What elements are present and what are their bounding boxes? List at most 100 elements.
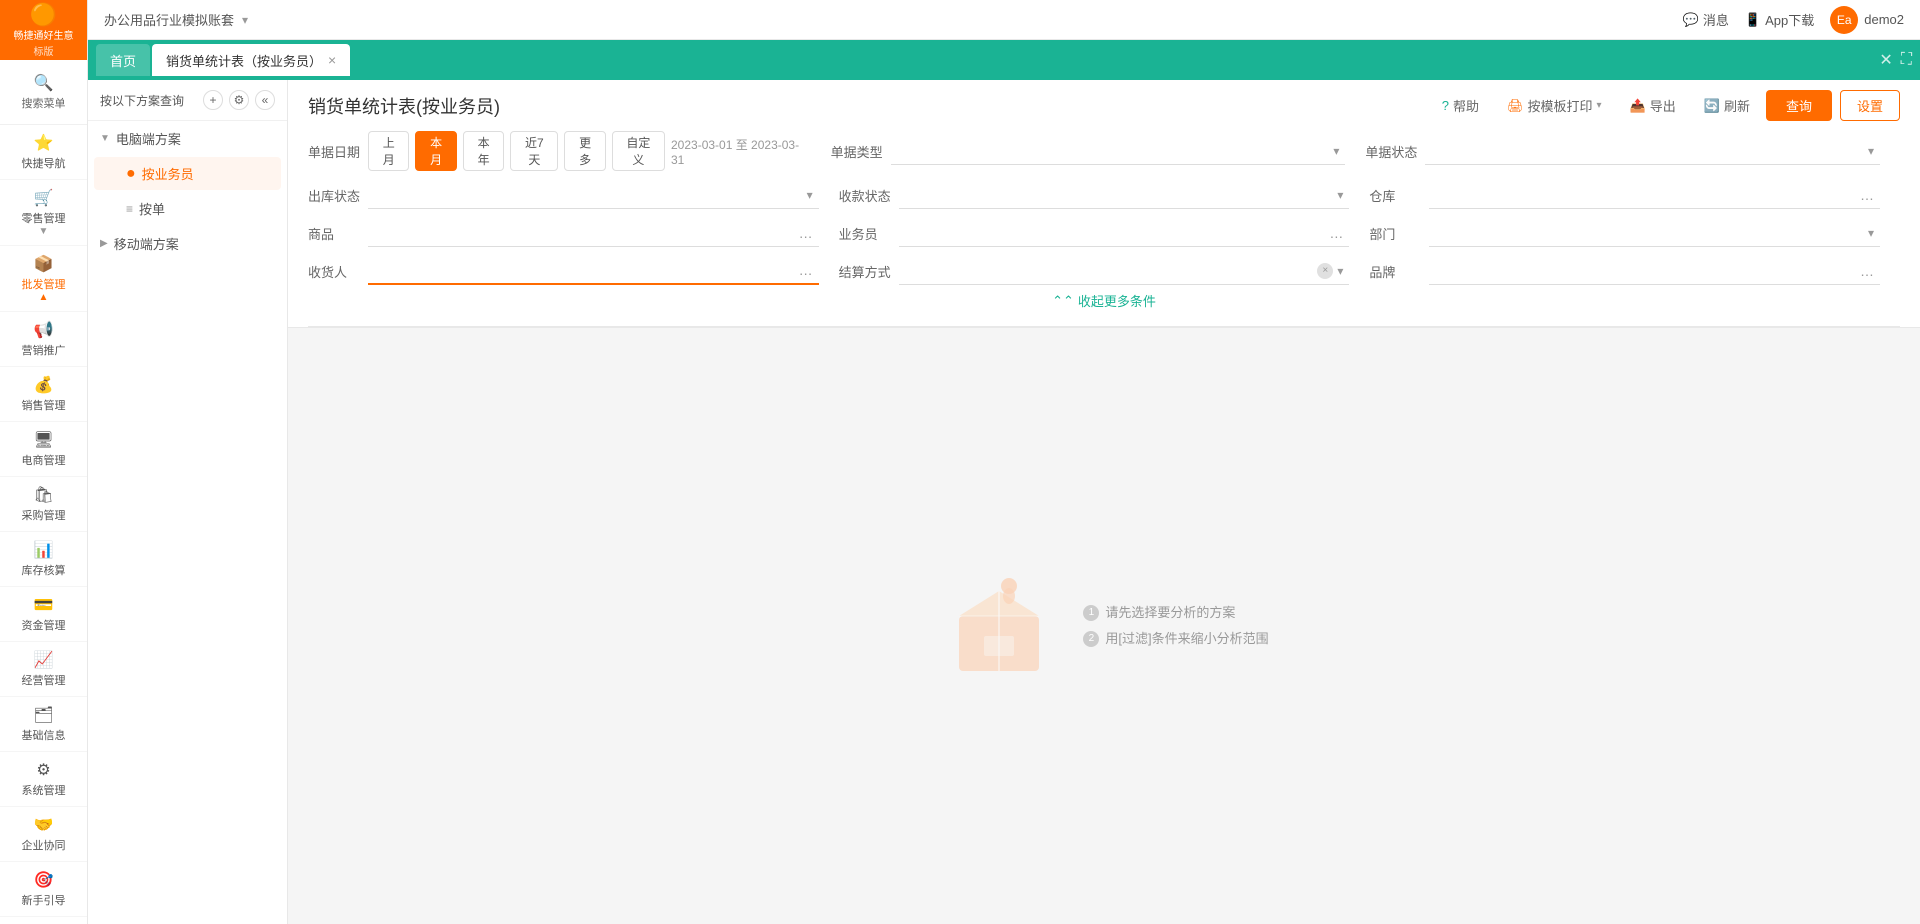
warehouse-field[interactable]: …	[1429, 181, 1880, 209]
consignee-label: 收货人	[308, 262, 368, 281]
consignee-dots-icon[interactable]: …	[799, 262, 813, 278]
doc-status-field[interactable]: ▾	[1425, 137, 1880, 165]
salesperson-dots-icon[interactable]: …	[1329, 225, 1343, 241]
date-btn-more[interactable]: 更多	[564, 131, 605, 171]
settlement-field[interactable]: × ▾	[899, 257, 1350, 285]
scheme-group-pc[interactable]: ▼ 电脑端方案	[88, 121, 287, 156]
message-label: 消息	[1703, 10, 1729, 29]
date-btn-thisyear[interactable]: 本年	[463, 131, 504, 171]
tip-item-1: 1 请先选择要分析的方案	[1083, 600, 1268, 626]
sidebar-item-label: 零售管理	[22, 210, 66, 226]
sidebar-item-base[interactable]: 🗂 基础信息	[0, 697, 87, 752]
print-btn[interactable]: 🖨 按模板打印 ▾	[1499, 92, 1610, 119]
scheme-sub-order[interactable]: ≡ 按单	[94, 192, 281, 225]
add-scheme-btn[interactable]: +	[203, 90, 223, 110]
help-btn[interactable]: ? 帮助	[1434, 92, 1487, 119]
tab-bar-actions: ✕ ⛶	[1879, 50, 1912, 70]
tip-num-2: 2	[1083, 631, 1099, 647]
print-dropdown-icon[interactable]: ▾	[1597, 100, 1602, 111]
app-logo: 🟠 畅捷通好生意 标版	[0, 0, 87, 60]
scheme-actions: + ⚙ «	[203, 90, 275, 110]
sidebar-item-purchase[interactable]: 🛍 采购管理	[0, 477, 87, 532]
filter-row-4: 收货人 … 结算方式 × ▾ 品牌	[308, 257, 1900, 285]
left-panel: 按以下方案查询 + ⚙ « ▼ 电脑端方案 ● 按业务员 ≡ 按单	[88, 80, 288, 924]
settlement-clear-icon[interactable]: ×	[1317, 263, 1333, 279]
content-area: 按以下方案查询 + ⚙ « ▼ 电脑端方案 ● 按业务员 ≡ 按单	[88, 80, 1920, 924]
sidebar-item-finance[interactable]: 💳 资金管理	[0, 587, 87, 642]
sidebar-item-marketing[interactable]: 📢 营销推广	[0, 312, 87, 367]
date-btn-7days[interactable]: 近7天	[510, 131, 558, 171]
sidebar-search-section: 🔍 搜索菜单	[0, 60, 87, 125]
sidebar-item-retail[interactable]: 🛒 零售管理 ▼	[0, 180, 87, 246]
sidebar-item-label: 基础信息	[22, 727, 66, 743]
tip-text-2: 用[过滤]条件来缩小分析范围	[1105, 626, 1268, 652]
scheme-group-label: 移动端方案	[114, 234, 179, 253]
message-btn[interactable]: 💬 消息	[1683, 10, 1729, 29]
salesperson-field[interactable]: …	[899, 219, 1350, 247]
sidebar-item-label: 销售管理	[22, 397, 66, 413]
consignee-field[interactable]: …	[368, 257, 819, 285]
department-dropdown-icon[interactable]: ▾	[1868, 226, 1874, 240]
date-btn-thismonth[interactable]: 本月	[415, 131, 456, 171]
doc-status-dropdown-icon[interactable]: ▾	[1868, 144, 1874, 158]
settlement-dropdown-icon[interactable]: ▾	[1337, 264, 1343, 278]
industry-dropdown-icon[interactable]: ▾	[242, 13, 248, 27]
sidebar-item-enterprise[interactable]: 🤝 企业协同	[0, 807, 87, 862]
sidebar-item-sales[interactable]: 💰 销售管理	[0, 367, 87, 422]
settings-button[interactable]: 设置	[1840, 90, 1900, 121]
sidebar-item-shortcut[interactable]: ⭐ 快捷导航	[0, 125, 87, 180]
department-field[interactable]: ▾	[1429, 219, 1880, 247]
tab-home[interactable]: 首页	[96, 44, 150, 76]
out-status-field[interactable]: ▾	[368, 181, 819, 209]
receipt-status-field[interactable]: ▾	[899, 181, 1350, 209]
out-status-dropdown-icon[interactable]: ▾	[807, 188, 813, 202]
doc-type-field[interactable]: ▾	[891, 137, 1346, 165]
empty-illustration	[939, 566, 1059, 686]
avatar: Ea	[1830, 6, 1858, 34]
settings-scheme-btn[interactable]: ⚙	[229, 90, 249, 110]
sidebar-item-system[interactable]: ⚙ 系统管理	[0, 752, 87, 807]
sidebar-item-guide[interactable]: 🎯 新手引导	[0, 862, 87, 917]
close-tab-icon[interactable]: ×	[328, 52, 336, 68]
scheme-sub-salesperson[interactable]: ● 按业务员	[94, 157, 281, 190]
goods-field[interactable]: …	[368, 219, 819, 247]
doc-status-label: 单据状态	[1365, 142, 1425, 161]
brand-dots-icon[interactable]: …	[1860, 263, 1874, 279]
sidebar-item-label: 经营管理	[22, 672, 66, 688]
date-btn-custom[interactable]: 自定义	[612, 131, 665, 171]
export-btn[interactable]: 📤 导出	[1622, 92, 1684, 119]
page-action-buttons: ? 帮助 🖨 按模板打印 ▾ 📤 导出	[1434, 90, 1900, 121]
app-download-label: App下载	[1765, 10, 1814, 29]
brand-field[interactable]: …	[1429, 257, 1880, 285]
search-icon: 🔍	[34, 73, 54, 93]
maximize-btn[interactable]: ⛶	[1901, 51, 1912, 69]
tab-salereport[interactable]: 销货单统计表（按业务员） ×	[152, 44, 350, 76]
help-label: 帮助	[1453, 96, 1479, 115]
doc-type-dropdown-icon[interactable]: ▾	[1333, 144, 1339, 158]
inventory-icon: 📊	[34, 540, 54, 560]
sidebar-item-wholesale[interactable]: 📦 批发管理 ▲	[0, 246, 87, 312]
brand-label: 品牌	[1369, 262, 1429, 281]
search-menu-btn[interactable]: 🔍 搜索菜单	[17, 68, 71, 116]
receipt-status-dropdown-icon[interactable]: ▾	[1337, 188, 1343, 202]
user-menu[interactable]: Ea demo2	[1830, 6, 1904, 34]
app-title: 畅捷通好生意	[14, 30, 74, 43]
query-button[interactable]: 查询	[1766, 90, 1832, 121]
refresh-btn[interactable]: 🔄 刷新	[1696, 92, 1758, 119]
sidebar-item-operation[interactable]: 📈 经营管理	[0, 642, 87, 697]
tip-num-1: 1	[1083, 605, 1099, 621]
app-download-btn[interactable]: 📱 App下载	[1745, 10, 1814, 29]
sidebar-item-apps[interactable]: 🔲 应用中心	[0, 917, 87, 924]
scheme-group-mobile[interactable]: ▶ 移动端方案	[88, 226, 287, 261]
sidebar-item-ecommerce[interactable]: 🖥 电商管理	[0, 422, 87, 477]
chevron-down-icon: ▼	[39, 226, 49, 237]
warehouse-label: 仓库	[1369, 186, 1429, 205]
collapse-scheme-btn[interactable]: «	[255, 90, 275, 110]
date-btn-lastmonth[interactable]: 上月	[368, 131, 409, 171]
operation-icon: 📈	[34, 650, 54, 670]
warehouse-dots-icon[interactable]: …	[1860, 187, 1874, 203]
collapse-filter-btn[interactable]: ⌃⌃ 收起更多条件	[308, 285, 1900, 316]
goods-dots-icon[interactable]: …	[799, 225, 813, 241]
close-window-btn[interactable]: ✕	[1879, 50, 1892, 70]
sidebar-item-inventory[interactable]: 📊 库存核算	[0, 532, 87, 587]
